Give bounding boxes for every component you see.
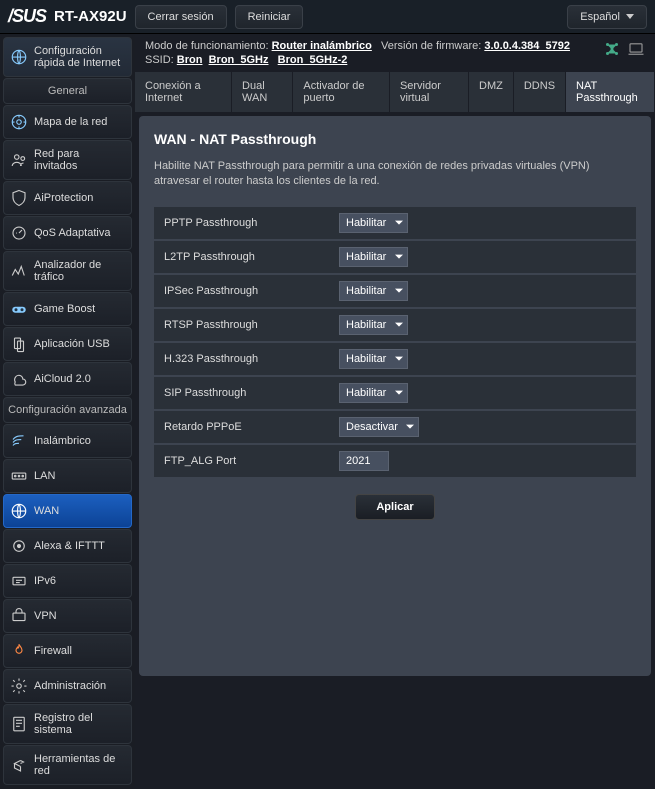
sidebar-item-traffic-analyzer[interactable]: Analizador de tráfico xyxy=(3,251,132,291)
chevron-down-icon xyxy=(626,14,634,23)
main-content: Modo de funcionamiento: Router inalámbri… xyxy=(135,34,655,789)
tab-servidor-virtual[interactable]: Servidor virtual xyxy=(390,72,469,112)
setting-label: SIP Passthrough xyxy=(154,377,329,409)
page-description: Habilite NAT Passthrough para permitir a… xyxy=(154,159,636,190)
header: /SUS RT-AX92U Cerrar sesión Reiniciar Es… xyxy=(0,0,655,34)
language-button[interactable]: Español xyxy=(567,5,647,29)
wan-icon xyxy=(10,502,28,520)
ssid-link-3[interactable]: Bron_5GHz-2 xyxy=(278,54,348,66)
sidebar-item-game-boost[interactable]: Game Boost xyxy=(3,292,132,326)
system-log-icon xyxy=(10,715,28,733)
apply-button[interactable]: Aplicar xyxy=(355,494,434,520)
ftp-port-input[interactable] xyxy=(339,451,389,471)
setting-row: PPTP Passthrough Habilitar xyxy=(154,207,636,239)
setting-label: H.323 Passthrough xyxy=(154,343,329,375)
setting-row: SIP Passthrough Habilitar xyxy=(154,377,636,409)
setting-label: L2TP Passthrough xyxy=(154,241,329,273)
setting-select-5[interactable]: Habilitar xyxy=(339,383,408,403)
setting-select-6[interactable]: Desactivar xyxy=(339,417,419,437)
laptop-icon[interactable] xyxy=(627,40,645,58)
firewall-icon xyxy=(10,642,28,660)
setting-row: IPSec Passthrough Habilitar xyxy=(154,275,636,307)
ipv6-icon xyxy=(10,572,28,590)
guest-network-icon xyxy=(10,151,28,169)
aiprotection-icon xyxy=(10,189,28,207)
page-title: WAN - NAT Passthrough xyxy=(154,131,636,147)
sidebar-item-quick-internet[interactable]: Configuración rápida de Internet xyxy=(3,37,132,77)
setting-select-1[interactable]: Habilitar xyxy=(339,247,408,267)
vpn-icon xyxy=(10,607,28,625)
tab-ddns[interactable]: DDNS xyxy=(514,72,566,112)
sidebar-item-alexa-ifttt[interactable]: Alexa & IFTTT xyxy=(3,529,132,563)
mesh-icon[interactable] xyxy=(603,40,621,58)
sidebar-item-aicloud[interactable]: AiCloud 2.0 xyxy=(3,362,132,396)
sidebar-section-advanced: Configuración avanzada xyxy=(3,397,132,423)
info-bar: Modo de funcionamiento: Router inalámbri… xyxy=(135,34,655,72)
sidebar-item-system-log[interactable]: Registro del sistema xyxy=(3,704,132,744)
setting-row: L2TP Passthrough Habilitar xyxy=(154,241,636,273)
sidebar-item-wan[interactable]: WAN xyxy=(3,494,132,528)
sidebar-section-general: General xyxy=(3,78,132,104)
sidebar-item-adaptive-qos[interactable]: QoS Adaptativa xyxy=(3,216,132,250)
sidebar-item-wireless[interactable]: Inalámbrico xyxy=(3,424,132,458)
sidebar-item-ipv6[interactable]: IPv6 xyxy=(3,564,132,598)
setting-row: Retardo PPPoE Desactivar xyxy=(154,411,636,443)
settings-table: PPTP PassthroughHabilitarL2TP Passthroug… xyxy=(154,205,636,479)
traffic-analyzer-icon xyxy=(10,262,28,280)
tabs: Conexión a InternetDual WANActivador de … xyxy=(135,72,655,112)
sidebar-item-guest-network[interactable]: Red para invitados xyxy=(3,140,132,180)
setting-row: RTSP Passthrough Habilitar xyxy=(154,309,636,341)
alexa-ifttt-icon xyxy=(10,537,28,555)
setting-select-2[interactable]: Habilitar xyxy=(339,281,408,301)
setting-row: FTP_ALG Port xyxy=(154,445,636,477)
aicloud-icon xyxy=(10,370,28,388)
brand-logo: /SUS xyxy=(8,6,46,27)
game-boost-icon xyxy=(10,300,28,318)
content-panel: WAN - NAT Passthrough Habilite NAT Passt… xyxy=(139,116,651,676)
tab-dmz[interactable]: DMZ xyxy=(469,72,514,112)
setting-label: Retardo PPPoE xyxy=(154,411,329,443)
setting-row: H.323 Passthrough Habilitar xyxy=(154,343,636,375)
tab-conexión-a-internet[interactable]: Conexión a Internet xyxy=(135,72,232,112)
setting-label: FTP_ALG Port xyxy=(154,445,329,477)
logout-button[interactable]: Cerrar sesión xyxy=(135,5,227,29)
tab-activador-de-puerto[interactable]: Activador de puerto xyxy=(293,72,390,112)
setting-label: PPTP Passthrough xyxy=(154,207,329,239)
setting-select-4[interactable]: Habilitar xyxy=(339,349,408,369)
firmware-link[interactable]: 3.0.0.4.384_5792 xyxy=(484,40,570,52)
setting-label: RTSP Passthrough xyxy=(154,309,329,341)
lan-icon xyxy=(10,467,28,485)
sidebar-item-usb-app[interactable]: Aplicación USB xyxy=(3,327,132,361)
sidebar-item-aiprotection[interactable]: AiProtection xyxy=(3,181,132,215)
ssid-link-1[interactable]: Bron xyxy=(177,54,203,66)
globe-icon xyxy=(10,48,28,66)
setting-select-0[interactable]: Habilitar xyxy=(339,213,408,233)
wireless-icon xyxy=(10,432,28,450)
sidebar-item-network-map[interactable]: Mapa de la red xyxy=(3,105,132,139)
adaptive-qos-icon xyxy=(10,224,28,242)
setting-select-3[interactable]: Habilitar xyxy=(339,315,408,335)
tab-dual-wan[interactable]: Dual WAN xyxy=(232,72,293,112)
sidebar-item-lan[interactable]: LAN xyxy=(3,459,132,493)
tab-nat-passthrough[interactable]: NAT Passthrough xyxy=(566,72,655,112)
mode-link[interactable]: Router inalámbrico xyxy=(272,40,372,52)
sidebar-item-firewall[interactable]: Firewall xyxy=(3,634,132,668)
usb-app-icon xyxy=(10,335,28,353)
sidebar: Configuración rápida de Internet General… xyxy=(0,34,135,789)
network-map-icon xyxy=(10,113,28,131)
sidebar-item-administration[interactable]: Administración xyxy=(3,669,132,703)
model-name: RT-AX92U xyxy=(54,8,127,25)
sidebar-item-vpn[interactable]: VPN xyxy=(3,599,132,633)
reboot-button[interactable]: Reiniciar xyxy=(235,5,304,29)
ssid-link-2[interactable]: Bron_5GHz xyxy=(209,54,269,66)
sidebar-item-network-tools[interactable]: Herramientas de red xyxy=(3,745,132,785)
network-tools-icon xyxy=(10,756,28,774)
administration-icon xyxy=(10,677,28,695)
setting-label: IPSec Passthrough xyxy=(154,275,329,307)
